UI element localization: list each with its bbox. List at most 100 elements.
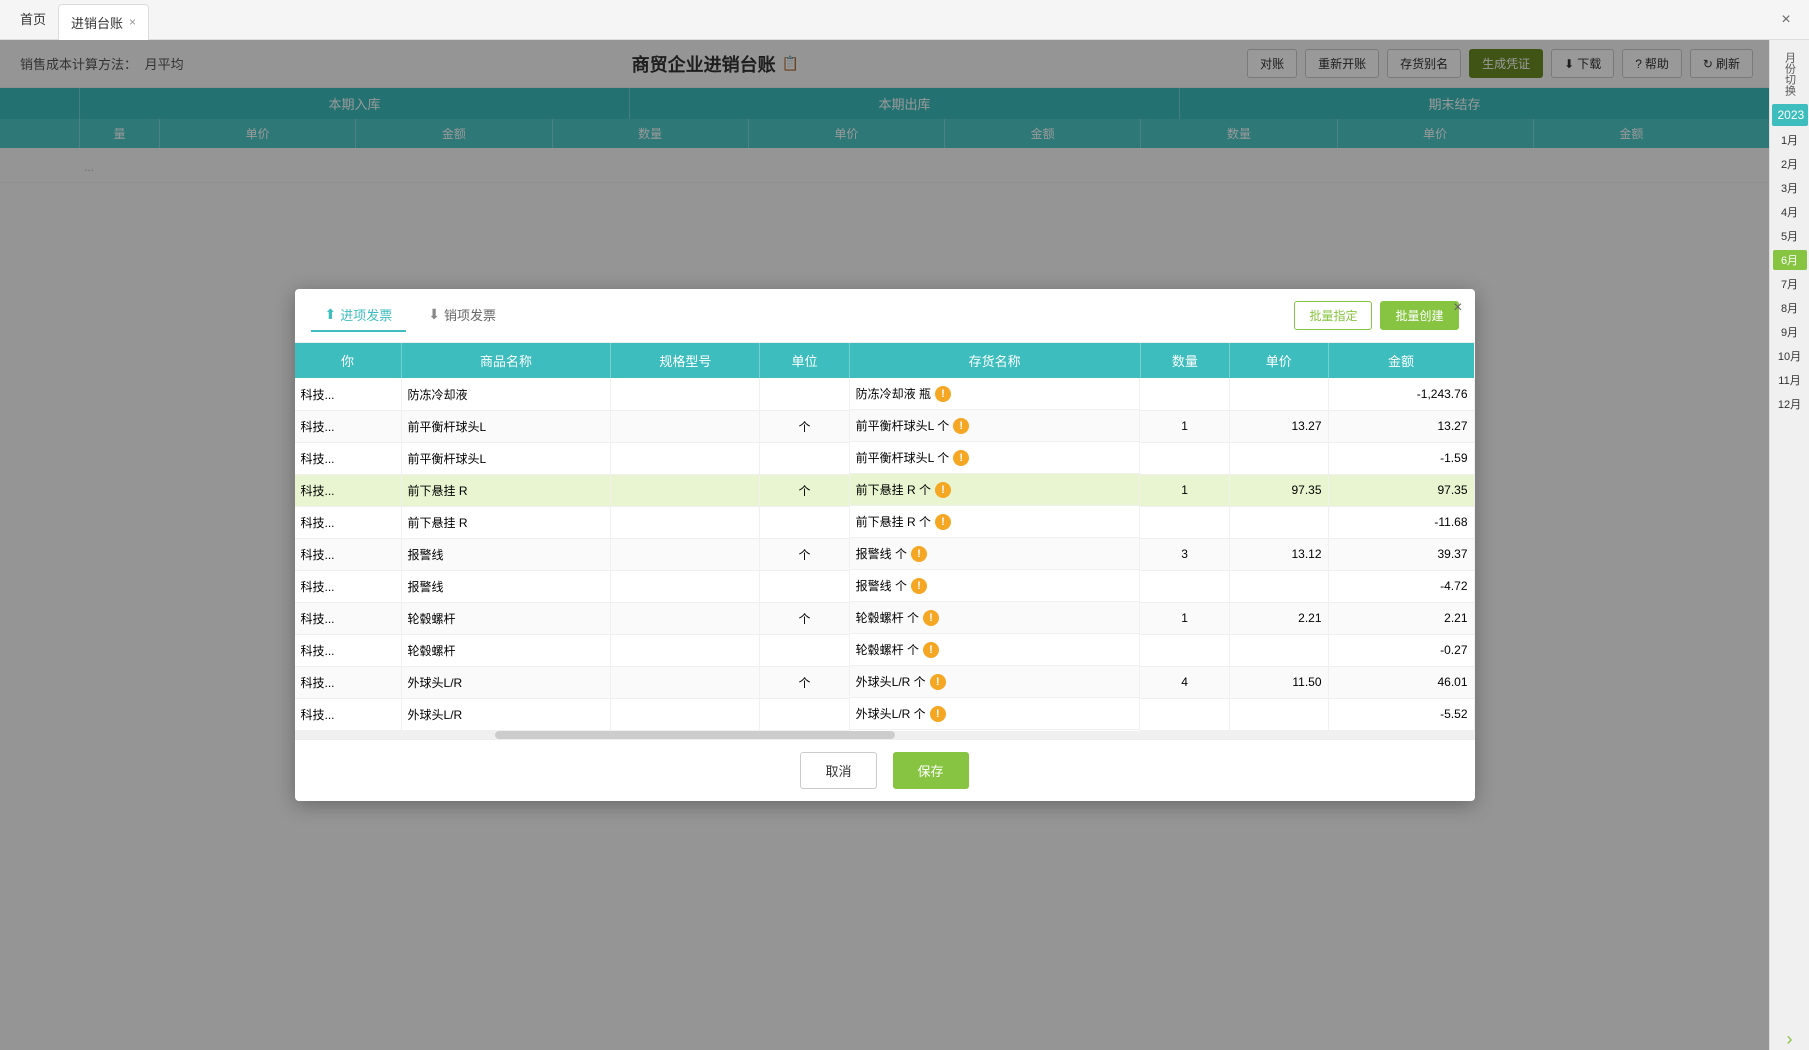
warning-icon: ! — [930, 706, 946, 722]
warning-icon: ! — [911, 546, 927, 562]
incoming-tab-icon: ⬆ — [325, 306, 337, 323]
month-1[interactable]: 1月 — [1779, 130, 1800, 150]
cell-spec — [611, 538, 760, 570]
modal-close-button[interactable]: × — [1453, 299, 1462, 317]
th-amount: 金额 — [1328, 343, 1474, 378]
scroll-bar[interactable] — [295, 731, 1475, 739]
cell-unit: 个 — [760, 602, 849, 634]
table-row: 科技...前平衡杆球头L个前平衡杆球头L 个!113.2713.27 — [295, 410, 1475, 442]
warning-icon: ! — [930, 674, 946, 690]
cell-spec — [611, 474, 760, 506]
cell-inventory: 报警线 个! — [850, 570, 1141, 602]
cell-inventory: 前平衡杆球头L 个! — [850, 442, 1141, 474]
month-5[interactable]: 5月 — [1779, 226, 1800, 246]
tab-label: 进销台账 — [71, 13, 123, 32]
modal-table-container: 你 商品名称 规格型号 单位 存货名称 数量 单价 金额 科技...防 — [295, 343, 1475, 731]
right-sidebar: 月份切换 2023 1月 2月 3月 4月 5月 6月 7月 8月 9月 10月… — [1769, 40, 1809, 1050]
scroll-thumb[interactable] — [495, 731, 895, 739]
save-button[interactable]: 保存 — [893, 752, 969, 789]
tab-outgoing-button[interactable]: ⬇ 销项发票 — [414, 299, 510, 332]
month-10[interactable]: 10月 — [1776, 346, 1803, 366]
th-price: 单价 — [1230, 343, 1329, 378]
active-tab[interactable]: 进销台账 × — [58, 4, 149, 40]
th-inventory-name: 存货名称 — [849, 343, 1140, 378]
month-4[interactable]: 4月 — [1779, 202, 1800, 222]
cell-company: 科技... — [295, 538, 402, 570]
tab-incoming-button[interactable]: ⬆ 进项发票 — [311, 299, 407, 332]
cell-amount: 46.01 — [1328, 666, 1474, 698]
cell-spec — [611, 410, 760, 442]
cell-spec — [611, 570, 760, 602]
month-9[interactable]: 9月 — [1779, 322, 1800, 342]
cell-qty — [1140, 570, 1229, 602]
cell-company: 科技... — [295, 442, 402, 474]
month-switch-label[interactable]: 月份切换 — [1782, 48, 1798, 100]
cell-price — [1230, 378, 1329, 410]
cell-amount: -5.52 — [1328, 698, 1474, 730]
cell-amount: -11.68 — [1328, 506, 1474, 538]
cell-price: 2.21 — [1230, 602, 1329, 634]
cell-product-name: 前下悬挂 R — [401, 474, 611, 506]
cell-price: 11.50 — [1230, 666, 1329, 698]
cell-inventory: 前下悬挂 R 个! — [850, 474, 1141, 506]
table-header-row: 你 商品名称 规格型号 单位 存货名称 数量 单价 金额 — [295, 343, 1475, 378]
warning-icon: ! — [911, 578, 927, 594]
table-row: 科技...外球头L/R外球头L/R 个!-5.52 — [295, 698, 1475, 730]
modal-table: 你 商品名称 规格型号 单位 存货名称 数量 单价 金额 科技...防 — [295, 343, 1475, 731]
home-tab[interactable]: 首页 — [8, 0, 58, 40]
batch-assign-button[interactable]: 批量指定 — [1294, 301, 1372, 330]
window-close-button[interactable]: × — [1771, 5, 1801, 35]
cell-unit — [760, 442, 849, 474]
month-3[interactable]: 3月 — [1779, 178, 1800, 198]
cell-unit — [760, 378, 849, 410]
cell-amount: 39.37 — [1328, 538, 1474, 570]
table-row: 科技...前平衡杆球头L前平衡杆球头L 个!-1.59 — [295, 442, 1475, 474]
content-area: 销售成本计算方法： 月平均 商贸企业进销台账 📋 对账 重新开账 存货别名 生成… — [0, 40, 1769, 1050]
sidebar-expand-icon[interactable]: › — [1787, 1029, 1793, 1050]
th-spec: 规格型号 — [611, 343, 760, 378]
cell-spec — [611, 602, 760, 634]
cell-amount: -4.72 — [1328, 570, 1474, 602]
cell-price — [1230, 634, 1329, 666]
month-11[interactable]: 11月 — [1776, 370, 1802, 390]
cell-price: 13.27 — [1230, 410, 1329, 442]
cell-unit: 个 — [760, 666, 849, 698]
table-row: 科技...前下悬挂 R前下悬挂 R 个!-11.68 — [295, 506, 1475, 538]
cell-inventory: 外球头L/R 个! — [850, 698, 1141, 730]
cell-qty: 4 — [1140, 666, 1229, 698]
modal-dialog: ⬆ 进项发票 ⬇ 销项发票 批量指定 批量创建 × — [295, 289, 1475, 801]
top-bar: 首页 进销台账 × × — [0, 0, 1809, 40]
th-unit: 单位 — [760, 343, 849, 378]
cell-spec — [611, 666, 760, 698]
cell-amount: 13.27 — [1328, 410, 1474, 442]
warning-icon: ! — [935, 482, 951, 498]
cell-company: 科技... — [295, 570, 402, 602]
warning-icon: ! — [953, 450, 969, 466]
cell-spec — [611, 698, 760, 730]
cell-spec — [611, 378, 760, 410]
cancel-button[interactable]: 取消 — [800, 752, 876, 789]
cell-qty: 1 — [1140, 410, 1229, 442]
table-row: 科技...外球头L/R 个外球头L/R 个!411.5046.01 — [295, 666, 1475, 698]
cell-qty: 3 — [1140, 538, 1229, 570]
batch-create-button[interactable]: 批量创建 — [1380, 301, 1458, 330]
cell-inventory: 外球头L/R 个! — [850, 666, 1141, 698]
tab-close-icon[interactable]: × — [129, 15, 136, 29]
cell-spec — [611, 442, 760, 474]
month-6-active[interactable]: 6月 — [1773, 250, 1807, 270]
month-7[interactable]: 7月 — [1779, 274, 1800, 294]
month-12[interactable]: 12月 — [1776, 394, 1803, 414]
cell-inventory: 轮毂螺杆 个! — [850, 634, 1141, 666]
cell-company: 科技... — [295, 602, 402, 634]
cell-inventory: 防冻冷却液 瓶! — [850, 378, 1141, 410]
cell-company: 科技... — [295, 666, 402, 698]
cell-product-name: 外球头L/R — [401, 666, 611, 698]
table-row: 科技...轮毂螺杆个轮毂螺杆 个!12.212.21 — [295, 602, 1475, 634]
cell-amount: -1.59 — [1328, 442, 1474, 474]
warning-icon: ! — [923, 610, 939, 626]
cell-price — [1230, 506, 1329, 538]
month-8[interactable]: 8月 — [1779, 298, 1800, 318]
modal-header: ⬆ 进项发票 ⬇ 销项发票 批量指定 批量创建 × — [295, 289, 1475, 343]
month-2[interactable]: 2月 — [1779, 154, 1800, 174]
cell-inventory: 报警线 个! — [850, 538, 1141, 570]
